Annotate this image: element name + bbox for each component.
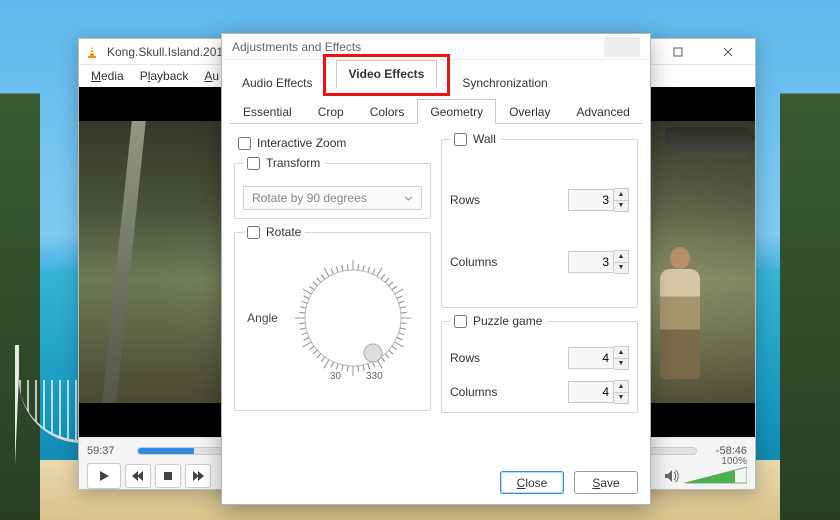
volume-percent: 100% [721,456,747,467]
subtab-crop[interactable]: Crop [305,99,357,124]
puzzle-rows-spinner[interactable]: ▲▼ [568,346,629,370]
dial-tick-end: 330 [366,371,383,382]
tab-audio-effects[interactable]: Audio Effects [230,70,325,96]
spinner-down-icon[interactable]: ▼ [614,262,628,273]
interactive-zoom-checkbox[interactable]: Interactive Zoom [238,136,431,150]
angle-dial[interactable]: 30 330 [288,253,418,383]
puzzle-rows-label: Rows [450,351,480,365]
wall-checkbox[interactable]: Wall [450,132,500,146]
stop-button[interactable] [155,464,181,488]
dial-tick-start: 30 [330,371,342,382]
rotate-checkbox[interactable]: Rotate [243,225,305,239]
play-button[interactable] [87,463,121,489]
adjustments-effects-dialog: Adjustments and Effects Audio Effects Vi… [221,33,651,505]
spinner-up-icon[interactable]: ▲ [614,347,628,358]
chevron-down-icon [404,194,413,203]
spinner-up-icon[interactable]: ▲ [614,381,628,392]
menu-media[interactable]: Media [85,67,130,85]
close-button[interactable]: Close [500,471,564,494]
dialog-close-button[interactable] [604,37,640,57]
rotate-group: Rotate Angle 30 [234,225,431,411]
tab-synchronization[interactable]: Synchronization [450,70,559,96]
wall-group: Wall Rows ▲▼ Columns ▲▼ [441,132,638,308]
wall-rows-label: Rows [450,193,480,207]
spinner-up-icon[interactable]: ▲ [614,189,628,200]
volume-slider[interactable]: 100% [685,467,747,485]
vlc-cone-icon [85,45,99,59]
puzzle-group: Puzzle game Rows ▲▼ Columns ▲▼ [441,314,638,413]
transform-dropdown[interactable]: Rotate by 90 degrees [243,186,422,210]
spinner-down-icon[interactable]: ▼ [614,358,628,369]
subtab-advanced[interactable]: Advanced [563,99,642,124]
volume-control[interactable]: 100% [663,467,747,485]
subtab-geometry[interactable]: Geometry [417,99,496,124]
spinner-up-icon[interactable]: ▲ [614,251,628,262]
subtab-colors[interactable]: Colors [357,99,418,124]
menu-playback[interactable]: Playback [134,67,195,85]
puzzle-cols-label: Columns [450,385,497,399]
maximize-button[interactable] [657,39,699,65]
spinner-down-icon[interactable]: ▼ [614,392,628,403]
prev-button[interactable] [125,464,151,488]
wall-rows-spinner[interactable]: ▲▼ [568,188,629,212]
dialog-title: Adjustments and Effects [232,40,361,54]
wall-cols-label: Columns [450,255,497,269]
angle-label: Angle [247,311,278,325]
highlight-annotation: Video Effects [323,54,451,96]
tab-video-effects[interactable]: Video Effects [336,60,438,88]
close-button[interactable] [707,39,749,65]
puzzle-cols-spinner[interactable]: ▲▼ [568,380,629,404]
transform-group: Transform Rotate by 90 degrees [234,156,431,219]
puzzle-checkbox[interactable]: Puzzle game [450,314,546,328]
spinner-down-icon[interactable]: ▼ [614,200,628,211]
wall-cols-spinner[interactable]: ▲▼ [568,250,629,274]
time-elapsed: 59:37 [87,445,129,457]
top-tabs: Audio Effects Video Effects Synchronizat… [230,66,642,96]
save-button[interactable]: Save [574,471,638,494]
subtab-essential[interactable]: Essential [230,99,305,124]
sub-tabs: Essential Crop Colors Geometry Overlay A… [230,98,642,124]
transform-checkbox[interactable]: Transform [243,156,324,170]
subtab-overlay[interactable]: Overlay [496,99,563,124]
next-button[interactable] [185,464,211,488]
speaker-icon [663,468,679,484]
